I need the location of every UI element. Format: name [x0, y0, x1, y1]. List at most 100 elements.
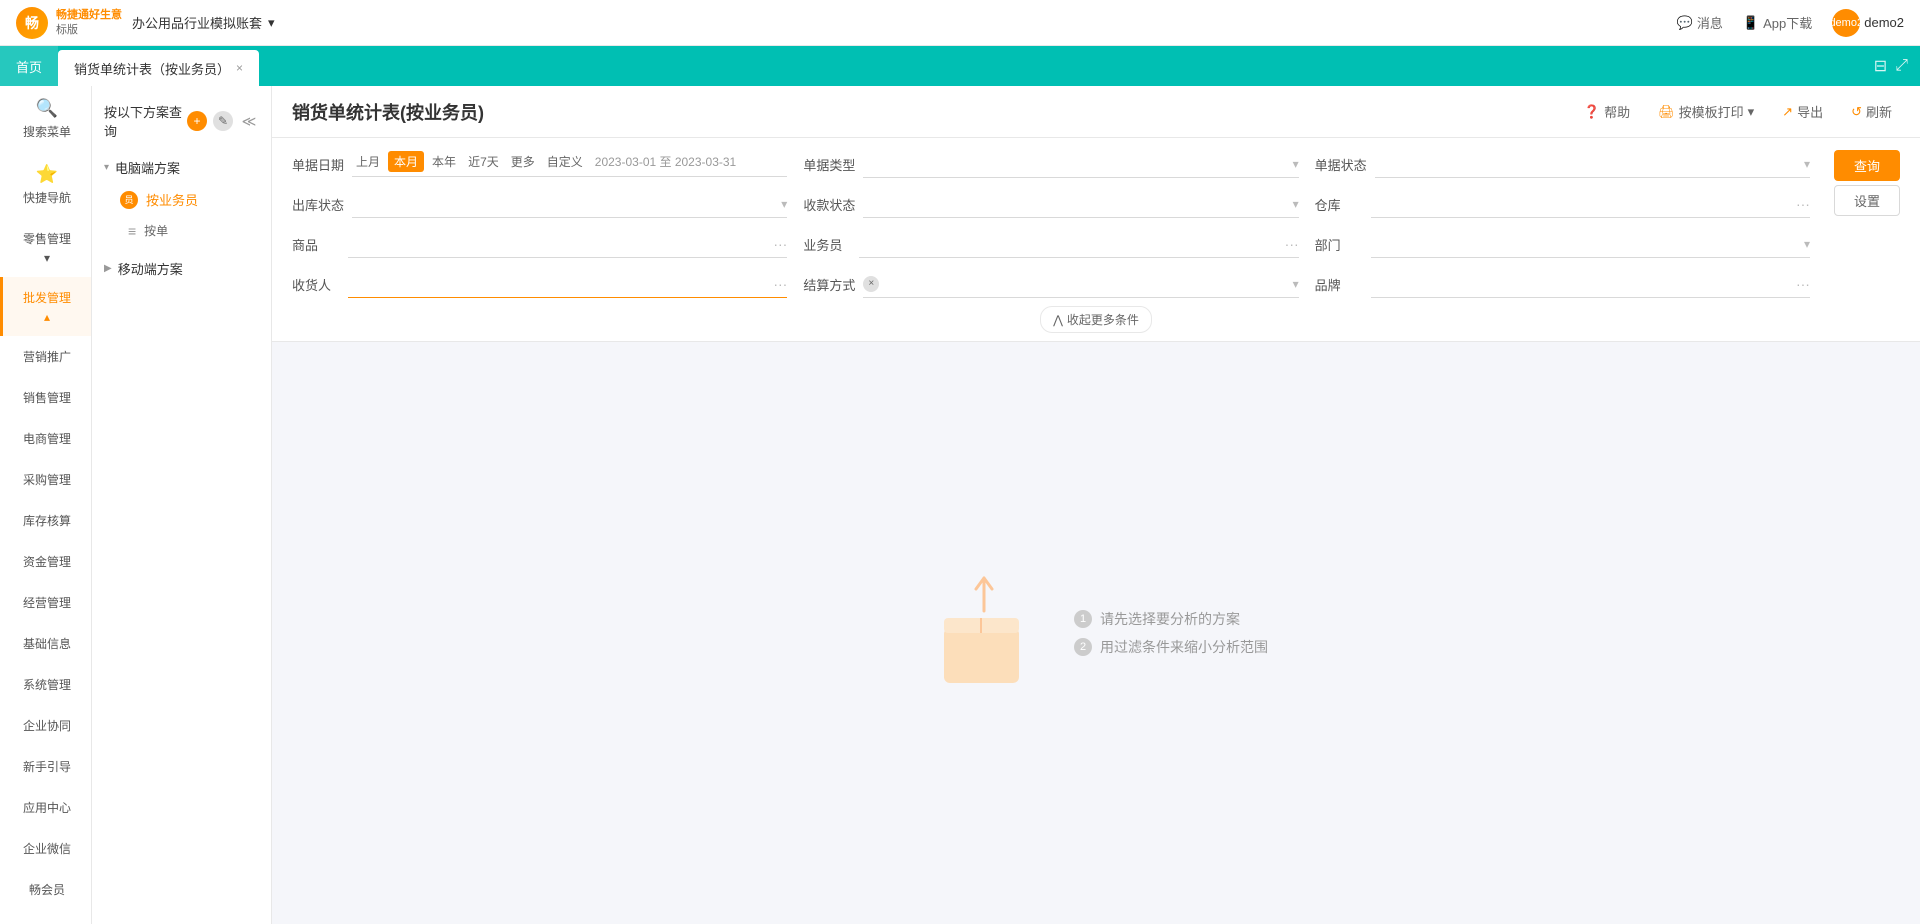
app-download-icon: 📱 — [1743, 15, 1759, 31]
chevron-down-icon: ▾ — [44, 251, 50, 265]
app-download-button[interactable]: 📱 App下载 — [1743, 13, 1812, 32]
settings-button[interactable]: 设置 — [1834, 185, 1900, 216]
scheme-item-by-order[interactable]: ≡ 按单 — [92, 216, 271, 245]
sidebar-item-system[interactable]: 系统管理 — [0, 664, 91, 705]
collapse-bar: ⋀ 收起更多条件 — [272, 298, 1920, 342]
date-tab-more[interactable]: 更多 — [507, 151, 539, 172]
sidebar-marketing-label: 营销推广 — [23, 348, 71, 365]
salesperson-control[interactable]: ··· — [859, 230, 1298, 258]
sidebar-item-search[interactable]: 🔍 搜索菜单 — [0, 86, 91, 152]
sidebar-item-wholesale[interactable]: 批发管理 ▴ — [0, 277, 91, 336]
sidebar-wholesale-label: 批发管理 — [23, 289, 71, 306]
empty-svg — [924, 573, 1044, 693]
scheme-group-mobile-header[interactable]: ▶ 移动端方案 — [92, 253, 271, 284]
date-tab-custom[interactable]: 自定义 — [543, 151, 587, 172]
scheme-group-pc-header[interactable]: ▾ 电脑端方案 — [92, 152, 271, 183]
date-tab-last7[interactable]: 近7天 — [464, 151, 503, 172]
doc-status-label: 单据状态 — [1315, 155, 1367, 174]
edit-scheme-button[interactable]: ✎ — [213, 111, 233, 131]
page-actions: ❓ 帮助 🖨 按模板打印 ▾ ↗ 导出 ↺ 刷新 — [1576, 98, 1900, 137]
date-tab-last-month[interactable]: 上月 — [352, 151, 384, 172]
sidebar-item-quicknav[interactable]: ⭐ 快捷导航 — [0, 152, 91, 218]
filter-doc-status: 单据状态 ▾ — [1315, 150, 1810, 178]
tab-close-icon[interactable]: × — [236, 61, 243, 75]
goods-control[interactable]: ··· — [348, 230, 787, 258]
sidebar-item-basic[interactable]: 基础信息 — [0, 623, 91, 664]
tab-report[interactable]: 销货单统计表（按业务员） × — [58, 50, 259, 86]
template-print-button[interactable]: 🖨 按模板打印 ▾ — [1650, 98, 1762, 125]
export-button[interactable]: ↗ 导出 — [1774, 98, 1831, 125]
help-button[interactable]: ❓ 帮助 — [1576, 98, 1638, 125]
add-scheme-button[interactable]: + — [187, 111, 207, 131]
out-status-control[interactable]: ▾ — [352, 190, 787, 218]
date-tab-this-year[interactable]: 本年 — [428, 151, 460, 172]
breadcrumb[interactable]: 办公用品行业模拟账套 ▾ — [132, 13, 275, 32]
warehouse-control[interactable]: ··· — [1371, 190, 1810, 218]
refresh-button[interactable]: ↺ 刷新 — [1843, 98, 1900, 125]
chevron-down-icon: ▾ — [1293, 277, 1299, 291]
payment-status-control[interactable]: ▾ — [863, 190, 1298, 218]
avatar: demo2 — [1832, 9, 1860, 37]
tab-minimize-icon[interactable]: ⊟ — [1874, 56, 1887, 76]
sidebar-sales-label: 销售管理 — [23, 389, 71, 406]
settlement-clear-icon[interactable]: × — [863, 276, 879, 292]
top-header: 畅 畅捷通好生意 标版 办公用品行业模拟账套 ▾ 💬 消息 📱 App下载 de… — [0, 0, 1920, 46]
sidebar-item-retail[interactable]: 零售管理 ▾ — [0, 218, 91, 277]
logo-text: 畅捷通好生意 标版 — [56, 8, 122, 37]
collapse-panel-button[interactable]: ≪ — [239, 111, 259, 131]
sidebar-item-purchase[interactable]: 采购管理 — [0, 459, 91, 500]
sidebar-item-wechat[interactable]: 企业微信 — [0, 828, 91, 869]
sidebar-item-newbie[interactable]: 新手引导 — [0, 746, 91, 787]
template-arrow-icon: ▾ — [1748, 104, 1755, 120]
tab-report-label: 销货单统计表（按业务员） — [74, 59, 230, 78]
quicknav-icon: ⭐ — [36, 164, 58, 185]
print-icon: 🖨 — [1658, 104, 1675, 120]
filter-consignee: 收货人 ··· — [292, 270, 787, 298]
date-tab-this-month[interactable]: 本月 — [388, 151, 424, 172]
chevron-down-icon: ▾ — [1293, 197, 1299, 211]
chevron-down-icon: ▾ — [104, 162, 109, 173]
consignee-control[interactable]: ··· — [348, 270, 787, 298]
tab-maximize-icon[interactable]: ⤢ — [1895, 57, 1908, 75]
chevron-down-icon: ▾ — [1293, 157, 1299, 171]
sidebar-item-finance[interactable]: 资金管理 — [0, 541, 91, 582]
user-menu[interactable]: demo2 demo2 — [1832, 9, 1904, 37]
doc-type-control[interactable]: ▾ — [863, 150, 1298, 178]
main-panel: 销货单统计表(按业务员) ❓ 帮助 🖨 按模板打印 ▾ ↗ 导出 — [272, 86, 1920, 924]
tab-home[interactable]: 首页 — [0, 46, 58, 86]
collapse-arrow-icon: ⋀ — [1053, 313, 1063, 327]
sidebar-item-sales[interactable]: 销售管理 — [0, 377, 91, 418]
empty-tips: 1 请先选择要分析的方案 2 用过滤条件来缩小分析范围 — [1074, 609, 1268, 657]
settlement-control[interactable]: × ▾ — [863, 270, 1298, 298]
date-tabs: 上月 本月 本年 近7天 更多 自定义 — [352, 151, 587, 172]
collapse-conditions-button[interactable]: ⋀ 收起更多条件 — [1040, 306, 1152, 333]
left-panel-actions: + ✎ ≪ — [187, 111, 259, 131]
query-button[interactable]: 查询 — [1834, 150, 1900, 181]
sidebar-item-marketing[interactable]: 营销推广 — [0, 336, 91, 377]
header-left: 畅 畅捷通好生意 标版 办公用品行业模拟账套 ▾ — [16, 7, 275, 39]
sidebar-item-appcenter[interactable]: 应用中心 — [0, 787, 91, 828]
doc-status-control[interactable]: ▾ — [1375, 150, 1810, 178]
tab-bar: 首页 销货单统计表（按业务员） × ⊟ ⤢ — [0, 46, 1920, 86]
dept-control[interactable]: ▾ — [1371, 230, 1810, 258]
sidebar-wechat-label: 企业微信 — [23, 840, 71, 857]
logo-icon: 畅 — [16, 7, 48, 39]
logo-area: 畅 畅捷通好生意 标版 — [16, 7, 122, 39]
scheme-item-by-salesperson[interactable]: 员 按业务员 — [92, 183, 271, 216]
sidebar-item-member[interactable]: 畅会员 — [0, 869, 91, 910]
left-panel-header: 按以下方案查询 + ✎ ≪ — [92, 94, 271, 148]
filter-salesperson: 业务员 ··· — [803, 230, 1298, 258]
sidebar-item-operation[interactable]: 经营管理 — [0, 582, 91, 623]
consignee-label: 收货人 — [292, 275, 340, 294]
doc-type-label: 单据类型 — [803, 155, 855, 174]
sidebar-item-enterprise[interactable]: 企业协同 — [0, 705, 91, 746]
sidebar-system-label: 系统管理 — [23, 676, 71, 693]
message-button[interactable]: 💬 消息 — [1677, 13, 1723, 32]
date-range: 2023-03-01 至 2023-03-31 — [595, 153, 736, 170]
chevron-right-icon: ▶ — [104, 263, 112, 274]
brand-control[interactable]: ··· — [1371, 270, 1810, 298]
content-area: 按以下方案查询 + ✎ ≪ ▾ 电脑端方案 — [92, 86, 1920, 924]
search-icon: 🔍 — [36, 98, 58, 119]
sidebar-item-ecommerce[interactable]: 电商管理 — [0, 418, 91, 459]
sidebar-item-inventory[interactable]: 库存核算 — [0, 500, 91, 541]
